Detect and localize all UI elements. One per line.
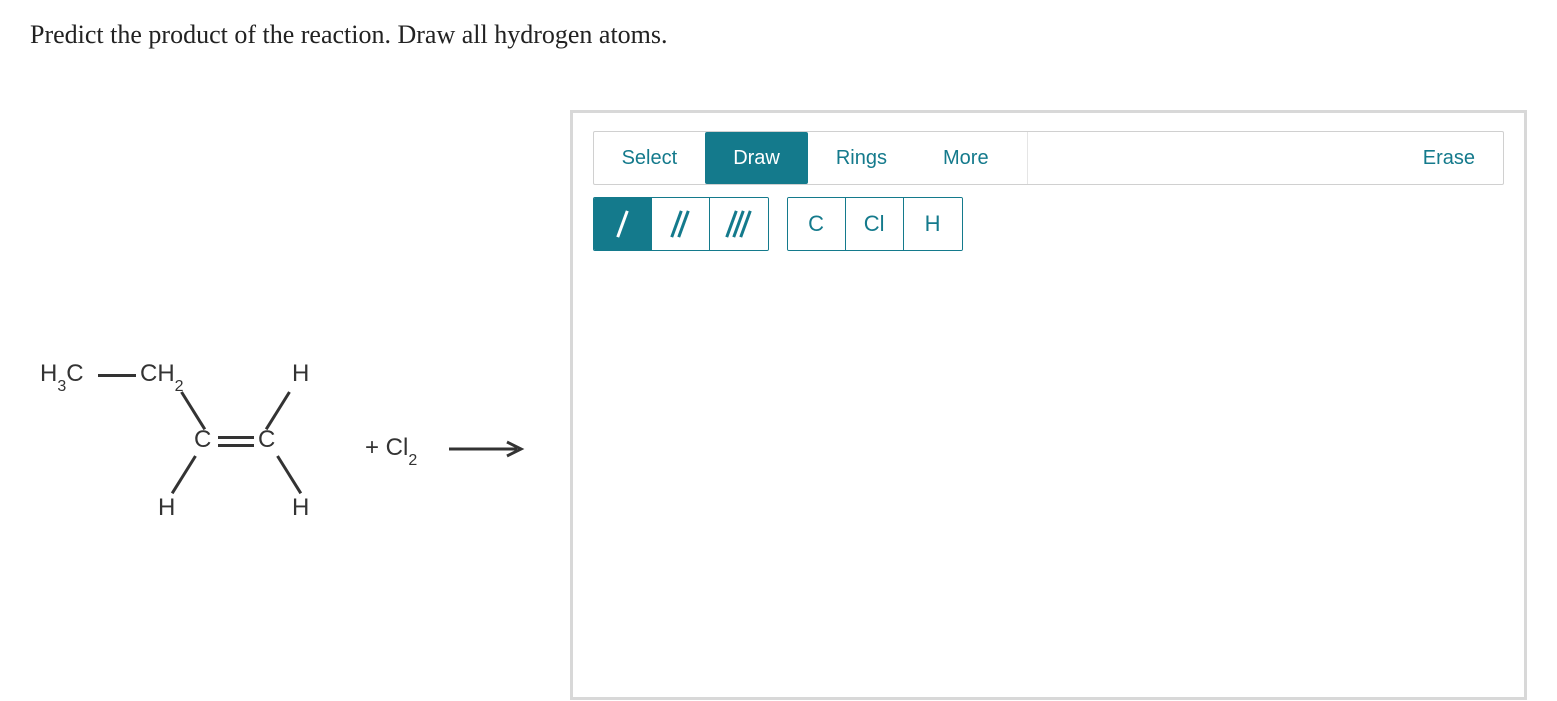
toolbar-bottom: C Cl H [593, 197, 1504, 251]
atom-c-left: C [194, 426, 211, 454]
reaction-arrow-icon [447, 439, 527, 464]
bond-h3c-ch2 [98, 374, 136, 377]
double-bond-button[interactable] [652, 198, 710, 250]
element-h-button[interactable]: H [904, 198, 962, 250]
atom-h3c: H3C [40, 360, 84, 392]
atom-c-right: C [258, 426, 275, 454]
toolbar-top: Select Draw Rings More Erase [593, 131, 1504, 185]
atom-ch2: CH2 [140, 360, 184, 392]
atom-h-top-right: H [292, 360, 309, 388]
tab-erase[interactable]: Erase [1395, 132, 1503, 184]
element-cl-button[interactable]: Cl [846, 198, 904, 250]
tab-draw[interactable]: Draw [705, 132, 808, 184]
bond-double-bottom [218, 444, 254, 447]
bond-h-c-right [265, 391, 291, 430]
atom-h-bottom-left: H [158, 494, 175, 522]
atom-h-bottom-right: H [292, 494, 309, 522]
element-c-button[interactable]: C [788, 198, 846, 250]
question-text: Predict the product of the reaction. Dra… [30, 20, 1527, 50]
tab-more[interactable]: More [915, 132, 1017, 184]
toolbar-spacer [1027, 132, 1395, 184]
tab-rings[interactable]: Rings [808, 132, 915, 184]
bond-double-top [218, 436, 254, 439]
reactant-cl2: + Cl2 [365, 434, 417, 466]
bond-ch2-c [180, 391, 206, 430]
element-group: C Cl H [787, 197, 963, 251]
bond-c-h-bottom-right [276, 455, 302, 494]
structure-editor: Select Draw Rings More Erase [570, 110, 1527, 700]
molecule-structure: H3C CH2 H C C [30, 360, 340, 540]
single-bond-button[interactable] [594, 198, 652, 250]
reaction-area: H3C CH2 H C C [30, 110, 570, 540]
bond-group [593, 197, 769, 251]
triple-bond-button[interactable] [710, 198, 768, 250]
content-wrapper: H3C CH2 H C C [30, 110, 1527, 700]
bond-c-h-bottom-left [171, 455, 197, 494]
tab-select[interactable]: Select [594, 132, 706, 184]
single-bond-icon [616, 210, 628, 237]
